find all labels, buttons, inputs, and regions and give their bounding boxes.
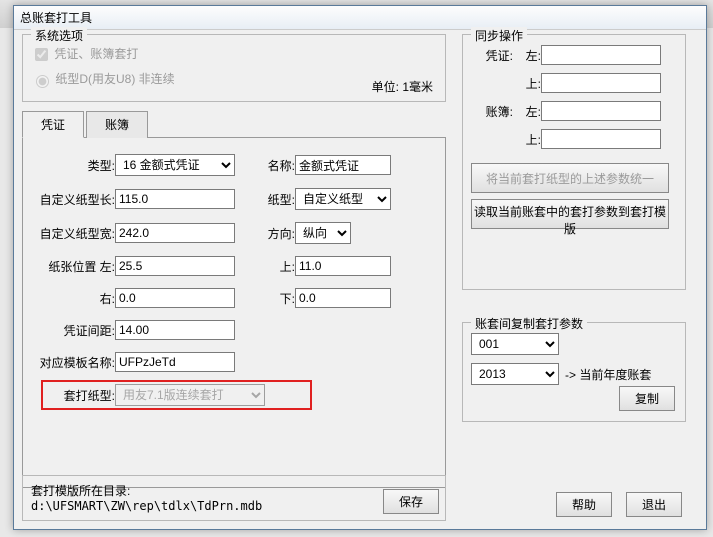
help-button[interactable]: 帮助 (556, 492, 612, 517)
orient-select[interactable]: 纵向 (295, 222, 351, 244)
name-label: 名称: (235, 157, 295, 174)
pos-top-input[interactable] (295, 256, 391, 276)
pos-right-label: 右: (33, 290, 115, 307)
custlen-label: 自定义纸型长: (33, 191, 115, 208)
tab-voucher[interactable]: 凭证 (22, 111, 84, 138)
paper-type-label: 纸型D(用友U8) 非连续 (55, 72, 174, 86)
orient-label: 方向: (235, 225, 295, 242)
pos-bottom-label: 下: (235, 290, 295, 307)
path-value: d:\UFSMART\ZW\rep\tdlx\TdPrn.mdb (31, 499, 437, 513)
copy-legend: 账套间复制套打参数 (471, 315, 587, 332)
template-path-group: 套打模版所在目录: d:\UFSMART\ZW\rep\tdlx\TdPrn.m… (22, 475, 446, 521)
sync-v-left-label: 左: (513, 47, 541, 64)
window-title: 总账套打工具 (20, 11, 92, 25)
sync-b-top-label: 上: (513, 131, 541, 148)
copy-button[interactable]: 复制 (619, 386, 675, 411)
sync-b-left-input[interactable] (541, 101, 661, 121)
type-label: 类型: (33, 157, 115, 174)
exit-button[interactable]: 退出 (626, 492, 682, 517)
system-options-group: 系统选项 凭证、账簿套打 纸型D(用友U8) 非连续 单位: 1毫米 (22, 34, 446, 102)
copy-db-select[interactable]: 001 (471, 333, 559, 355)
type-select[interactable]: 16 金额式凭证 (115, 154, 235, 176)
pos-bottom-input[interactable] (295, 288, 391, 308)
tpl-label: 对应模板名称: (33, 354, 115, 371)
voucher-book-checkbox (35, 48, 48, 61)
custwid-label: 自定义纸型宽: (33, 225, 115, 242)
sync-v-top-input[interactable] (541, 73, 661, 93)
gap-label: 凭证间距: (33, 322, 115, 339)
title-bar: 总账套打工具 (14, 6, 706, 30)
tab-container: 凭证 账簿 类型: 16 金额式凭证 名称: 自定义纸型长: 纸型: 自定义纸型 (22, 110, 446, 490)
paper-type-radio (36, 75, 49, 88)
paper-select[interactable]: 自定义纸型 (295, 188, 391, 210)
paper-label: 纸型: (235, 191, 295, 208)
sync-b-left-label: 左: (513, 103, 541, 120)
pos-left-label: 纸张位置 左: (33, 258, 115, 275)
ptype-label: 套打纸型: (33, 387, 115, 404)
copy-group: 账套间复制套打参数 001 2013 -> 当前年度账套 复制 (462, 322, 686, 422)
voucher-book-label: 凭证、账簿套打 (54, 47, 138, 61)
sync-legend: 同步操作 (471, 27, 527, 44)
path-label: 套打模版所在目录: (31, 482, 437, 499)
sync-b-label: 账簿: (471, 103, 513, 120)
dialog-window: 总账套打工具 系统选项 凭证、账簿套打 纸型D(用友U8) 非连续 单位: 1毫… (13, 5, 707, 530)
copy-arrow-label: -> 当前年度账套 (565, 366, 651, 383)
sync-v-label: 凭证: (471, 47, 513, 64)
sync-v-top-label: 上: (513, 75, 541, 92)
sync-read-button[interactable]: 读取当前账套中的套打参数到套打模版 (471, 199, 669, 229)
save-button[interactable]: 保存 (383, 489, 439, 514)
system-options-legend: 系统选项 (31, 27, 87, 44)
copy-year-select[interactable]: 2013 (471, 363, 559, 385)
sync-unify-button: 将当前套打纸型的上述参数统一 (471, 163, 669, 193)
pos-right-input[interactable] (115, 288, 235, 308)
unit-label: 单位: 1毫米 (372, 78, 433, 95)
sync-v-left-input[interactable] (541, 45, 661, 65)
sync-group: 同步操作 凭证: 左: 上: 账簿: 左: 上: 将当前套打纸型的上述参 (462, 34, 686, 290)
sync-b-top-input[interactable] (541, 129, 661, 149)
name-input[interactable] (295, 155, 391, 175)
custwid-input[interactable] (115, 223, 235, 243)
tpl-input[interactable] (115, 352, 235, 372)
pos-top-label: 上: (235, 258, 295, 275)
gap-input[interactable] (115, 320, 235, 340)
custlen-input[interactable] (115, 189, 235, 209)
tab-book[interactable]: 账簿 (86, 111, 148, 138)
pos-left-input[interactable] (115, 256, 235, 276)
ptype-select: 用友7.1版连续套打 (115, 384, 265, 406)
